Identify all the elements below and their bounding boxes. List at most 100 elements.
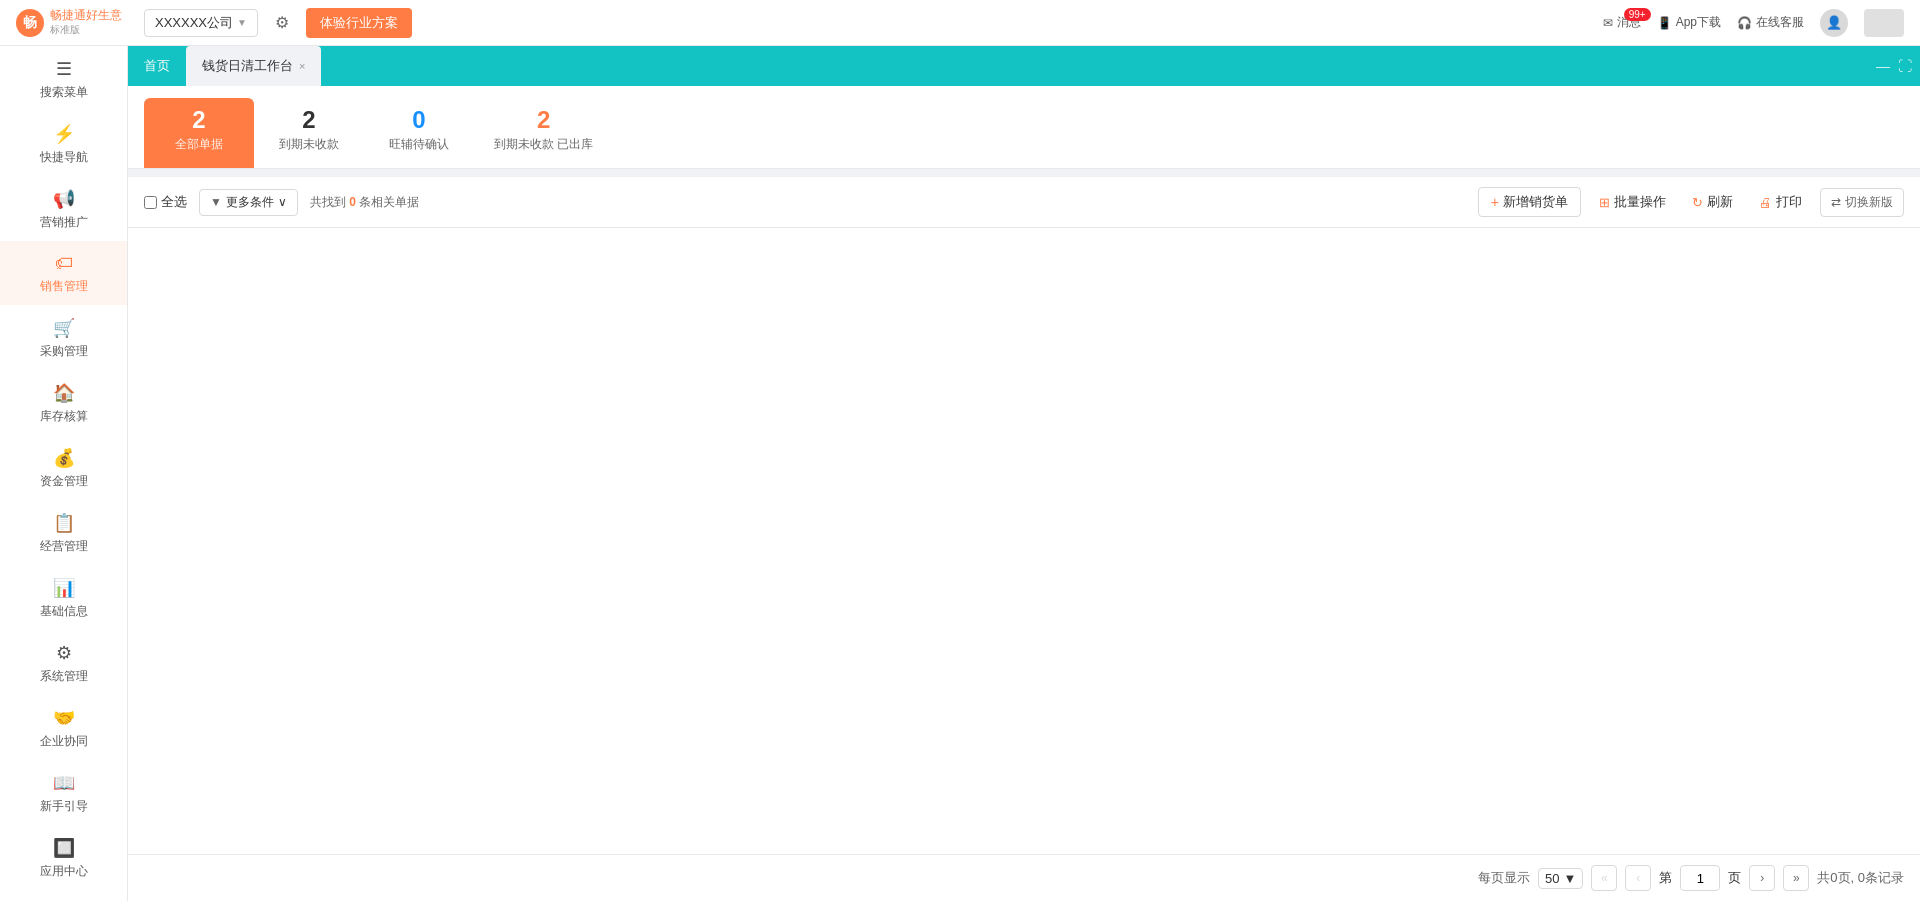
app-download-button[interactable]: 📱 App下载 (1657, 14, 1721, 31)
tab-home[interactable]: 首页 (128, 46, 186, 86)
batch-icon: ⊞ (1599, 195, 1610, 210)
switch-version-button[interactable]: ⇄ 切换新版 (1820, 188, 1904, 217)
prev-page-button[interactable]: ‹ (1625, 865, 1651, 891)
sidebar-item-guide[interactable]: 📖 新手引导 (0, 760, 127, 825)
page-size-arrow: ▼ (1563, 871, 1576, 886)
page-size-label: 每页显示 (1478, 869, 1530, 887)
message-badge: 99+ (1624, 8, 1651, 21)
appstore-icon: 🔲 (53, 837, 75, 859)
sidebar-item-wechat[interactable]: 💬 企业微信 (0, 890, 127, 901)
sidebar-item-basic[interactable]: 📊 基础信息 (0, 565, 127, 630)
sidebar-item-label: 经营管理 (40, 538, 88, 555)
sidebar-item-label: 快捷导航 (40, 149, 88, 166)
filter-dropdown-icon: ∨ (278, 195, 287, 209)
select-all-checkbox[interactable]: 全选 (144, 193, 187, 211)
sidebar-item-label: 资金管理 (40, 473, 88, 490)
avatar[interactable]: 👤 (1820, 9, 1848, 37)
user-extra (1864, 9, 1904, 37)
tab-window-controls: — ⛶ (1876, 58, 1920, 74)
online-service-button[interactable]: 🎧 在线客服 (1737, 14, 1804, 31)
system-icon: ⚙ (56, 642, 72, 664)
sidebar-item-system[interactable]: ⚙ 系统管理 (0, 630, 127, 695)
table-empty (128, 228, 1920, 628)
found-count: 0 (349, 195, 356, 209)
sidebar-item-marketing[interactable]: 📢 营销推广 (0, 176, 127, 241)
refresh-icon: ↻ (1692, 195, 1703, 210)
sidebar-item-label: 采购管理 (40, 343, 88, 360)
add-order-button[interactable]: + 新增销货单 (1478, 187, 1581, 217)
print-button[interactable]: 🖨 打印 (1751, 189, 1810, 215)
window-minimize-button[interactable]: — (1876, 58, 1890, 74)
settings-button[interactable]: ⚙ (266, 7, 298, 39)
sidebar-item-label: 基础信息 (40, 603, 88, 620)
top-header: 畅 畅捷通好生意 标准版 XXXXXX公司 ▼ ⚙ 体验行业方案 ✉ 消息 99… (0, 0, 1920, 46)
sidebar-item-sales[interactable]: 🏷 销售管理 (0, 241, 127, 305)
sidebar-item-shortcut[interactable]: ⚡ 快捷导航 (0, 111, 127, 176)
stat-tab-overdue[interactable]: 2 到期未收款 (254, 98, 364, 168)
page-number-input[interactable] (1680, 865, 1720, 891)
tab-workbench[interactable]: 钱货日清工作台 × (186, 46, 321, 86)
found-text: 共找到 0 条相关单据 (310, 194, 419, 211)
stat-tab-all[interactable]: 2 全部单据 (144, 98, 254, 168)
management-icon: 📋 (53, 512, 75, 534)
sales-icon: 🏷 (55, 253, 73, 274)
switch-icon: ⇄ (1831, 195, 1841, 209)
toolbar: 全选 ▼ 更多条件 ∨ 共找到 0 条相关单据 + 新增销货单 (128, 177, 1920, 228)
filter-button[interactable]: ▼ 更多条件 ∨ (199, 189, 298, 216)
batch-operate-button[interactable]: ⊞ 批量操作 (1591, 189, 1674, 215)
download-icon: 📱 (1657, 16, 1672, 30)
tab-bar: 首页 钱货日清工作台 × — ⛶ (128, 46, 1920, 86)
print-icon: 🖨 (1759, 195, 1772, 210)
stat-tab-shipped[interactable]: 2 到期未收款 已出库 (474, 98, 613, 168)
refresh-button[interactable]: ↻ 刷新 (1684, 189, 1741, 215)
stat-num-all: 2 (164, 106, 234, 134)
logo-sub: 标准版 (50, 23, 122, 37)
main-content: 首页 钱货日清工作台 × — ⛶ 2 全部单据 2 到期未收款 (128, 46, 1920, 901)
guide-icon: 📖 (53, 772, 75, 794)
avatar-icon: 👤 (1826, 15, 1842, 30)
sidebar-item-search[interactable]: ☰ 搜索菜单 (0, 46, 127, 111)
sidebar-item-label: 新手引导 (40, 798, 88, 815)
sidebar-item-label: 搜索菜单 (40, 84, 88, 101)
logo-name: 畅捷通好生意 (50, 8, 122, 24)
inventory-icon: 🏠 (53, 382, 75, 404)
message-button[interactable]: ✉ 消息 99+ (1603, 14, 1641, 31)
basic-icon: 📊 (53, 577, 75, 599)
toolbar-right: + 新增销货单 ⊞ 批量操作 ↻ 刷新 🖨 打印 (1478, 187, 1904, 217)
page-size-select[interactable]: 50 ▼ (1538, 868, 1583, 889)
sidebar-item-inventory[interactable]: 🏠 库存核算 (0, 370, 127, 435)
first-page-button[interactable]: « (1591, 865, 1617, 891)
sidebar-item-appstore[interactable]: 🔲 应用中心 (0, 825, 127, 890)
logo-icon: 畅 (16, 9, 44, 37)
sidebar-item-purchase[interactable]: 🛒 采购管理 (0, 305, 127, 370)
marketing-icon: 📢 (53, 188, 75, 210)
sidebar-item-label: 库存核算 (40, 408, 88, 425)
window-maximize-button[interactable]: ⛶ (1898, 58, 1912, 74)
sidebar-item-label: 销售管理 (40, 278, 88, 295)
stat-label-overdue: 到期未收款 (274, 136, 344, 153)
next-page-button[interactable]: › (1749, 865, 1775, 891)
logo-area: 畅 畅捷通好生意 标准版 (16, 8, 144, 38)
filter-icon: ▼ (210, 195, 222, 209)
sidebar-item-management[interactable]: 📋 经营管理 (0, 500, 127, 565)
sidebar-item-finance[interactable]: 💰 资金管理 (0, 435, 127, 500)
company-selector[interactable]: XXXXXX公司 ▼ (144, 9, 258, 37)
page-total: 共0页, 0条记录 (1817, 869, 1904, 887)
enterprise-icon: 🤝 (53, 707, 75, 729)
sidebar-item-label: 系统管理 (40, 668, 88, 685)
stat-num-wangfu: 0 (384, 106, 454, 134)
stat-tab-wangfu[interactable]: 0 旺辅待确认 (364, 98, 474, 168)
message-icon: ✉ (1603, 16, 1613, 30)
company-name: XXXXXX公司 (155, 14, 233, 32)
sidebar-item-label: 应用中心 (40, 863, 88, 880)
sidebar-item-enterprise[interactable]: 🤝 企业协同 (0, 695, 127, 760)
sidebar-item-label: 企业协同 (40, 733, 88, 750)
stat-num-shipped: 2 (494, 106, 593, 134)
pagination-bar: 每页显示 50 ▼ « ‹ 第 页 › » 共0页, 0条记录 (128, 854, 1920, 901)
tab-close-button[interactable]: × (299, 60, 305, 72)
last-page-button[interactable]: » (1783, 865, 1809, 891)
page-area: 2 全部单据 2 到期未收款 0 旺辅待确认 2 到期未收款 已出库 (128, 86, 1920, 901)
plus-icon: + (1491, 194, 1499, 210)
checkbox-input[interactable] (144, 196, 157, 209)
trial-button[interactable]: 体验行业方案 (306, 8, 412, 38)
